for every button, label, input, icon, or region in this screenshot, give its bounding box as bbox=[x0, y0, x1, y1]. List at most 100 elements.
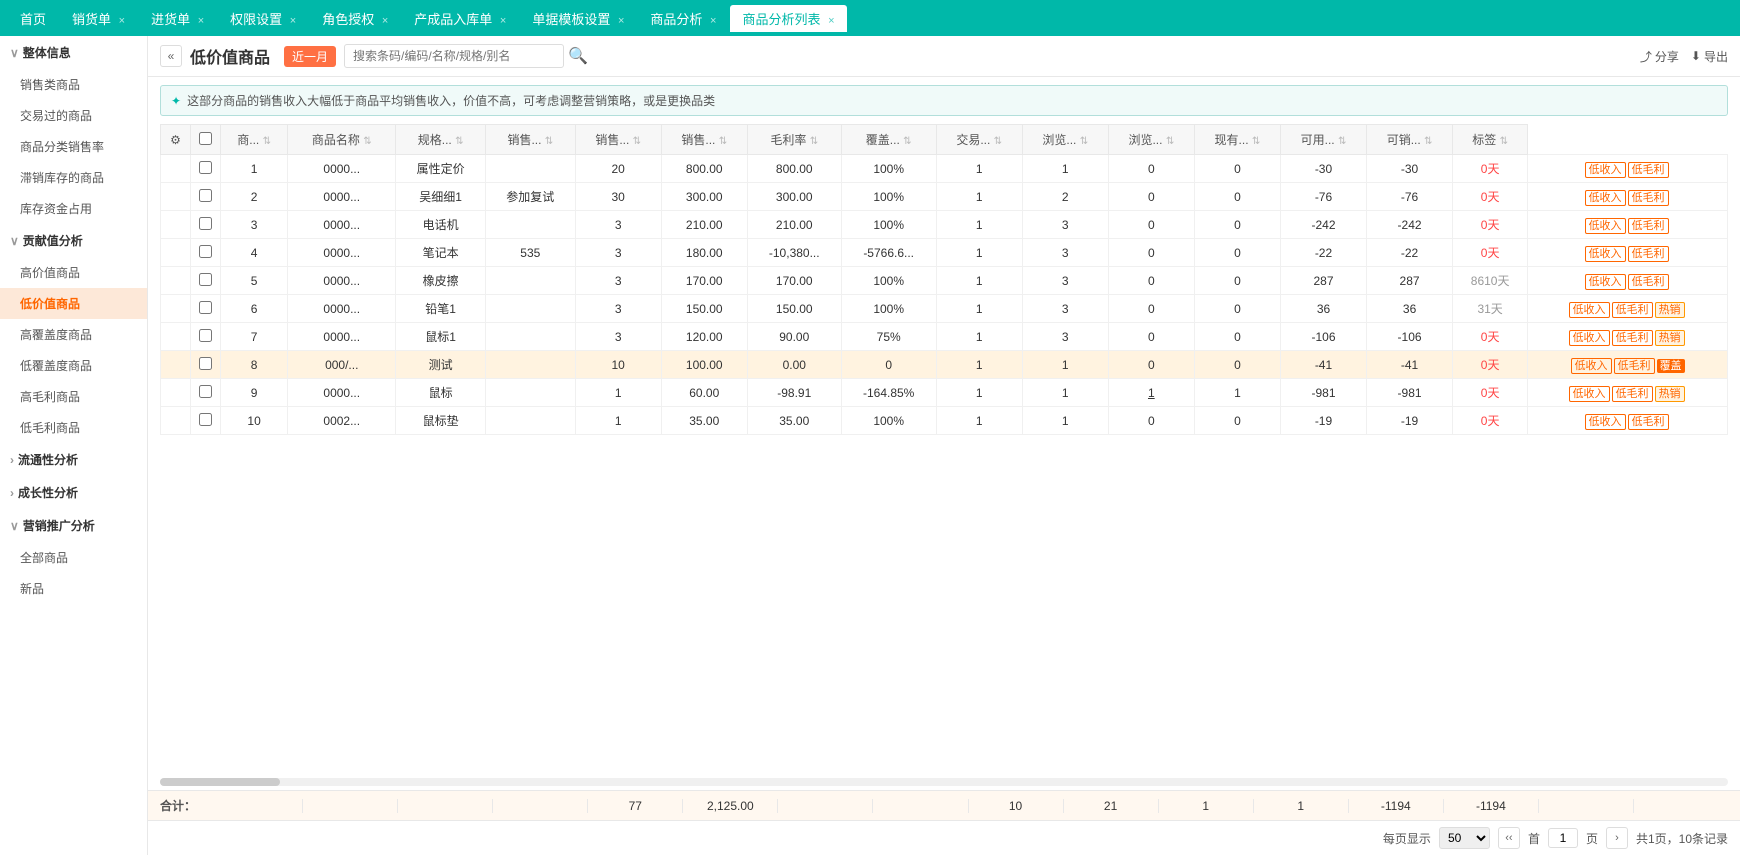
col-header-sales-price[interactable]: 销售... ⇅ bbox=[575, 125, 661, 155]
nav-permissions[interactable]: 权限设置 × bbox=[218, 5, 308, 32]
row-checkbox[interactable] bbox=[199, 273, 212, 286]
col-header-settings[interactable]: ⚙ bbox=[161, 125, 191, 155]
col-header-checkbox[interactable] bbox=[191, 125, 221, 155]
cell-checkbox[interactable] bbox=[191, 379, 221, 407]
close-icon[interactable]: × bbox=[828, 15, 834, 27]
col-header-browse1[interactable]: 浏览... ⇅ bbox=[1022, 125, 1108, 155]
row-checkbox[interactable] bbox=[199, 161, 212, 174]
cell-checkbox[interactable] bbox=[191, 155, 221, 183]
page-number-input[interactable] bbox=[1548, 828, 1578, 848]
sidebar-item-sales-products[interactable]: 销售类商品 bbox=[0, 69, 147, 100]
cell-coverage: 1 bbox=[936, 407, 1022, 435]
sidebar-group-marketing[interactable]: ∨ 营销推广分析 bbox=[0, 509, 147, 542]
cell-checkbox[interactable] bbox=[191, 267, 221, 295]
content-header: « 低价值商品 近一月 🔍 ⤴ 分享 ⬇ 导出 bbox=[148, 36, 1740, 77]
nav-purchase[interactable]: 进货单 × bbox=[139, 5, 216, 32]
row-checkbox[interactable] bbox=[199, 413, 212, 426]
browse-link[interactable]: 1 bbox=[1148, 386, 1155, 400]
sidebar-item-low-coverage[interactable]: 低覆盖度商品 bbox=[0, 350, 147, 381]
sidebar-item-stock-capital[interactable]: 库存资金占用 bbox=[0, 193, 147, 224]
cell-sales-qty: 30 bbox=[575, 183, 661, 211]
first-page-button[interactable]: ‹‹ bbox=[1498, 827, 1520, 849]
row-checkbox[interactable] bbox=[199, 301, 212, 314]
sidebar-group-growth[interactable]: › 成长性分析 bbox=[0, 476, 147, 509]
close-icon[interactable]: × bbox=[500, 15, 506, 27]
export-button[interactable]: ⬇ 导出 bbox=[1691, 48, 1728, 65]
close-icon[interactable]: × bbox=[198, 15, 204, 27]
row-checkbox[interactable] bbox=[199, 357, 212, 370]
page-title: 低价值商品 bbox=[190, 44, 270, 68]
row-checkbox[interactable] bbox=[199, 245, 212, 258]
sidebar-item-low-value[interactable]: 低价值商品 bbox=[0, 288, 147, 319]
sidebar-item-category-rate[interactable]: 商品分类销售率 bbox=[0, 131, 147, 162]
cell-browse2: 0 bbox=[1194, 183, 1280, 211]
nav-product-in[interactable]: 产成品入库单 × bbox=[402, 5, 518, 32]
col-header-sales-qty[interactable]: 销售... ⇅ bbox=[485, 125, 575, 155]
sidebar-item-high-coverage[interactable]: 高覆盖度商品 bbox=[0, 319, 147, 350]
sidebar-group-liquidity[interactable]: › 流通性分析 bbox=[0, 443, 147, 476]
col-header-coverage[interactable]: 覆盖... ⇅ bbox=[841, 125, 936, 155]
tag-label: 低毛利 bbox=[1612, 386, 1653, 402]
col-header-sales-amount[interactable]: 销售... ⇅ bbox=[661, 125, 747, 155]
per-page-select[interactable]: 50 100 200 bbox=[1439, 827, 1490, 849]
scroll-thumb[interactable] bbox=[160, 778, 280, 786]
close-icon[interactable]: × bbox=[290, 15, 296, 27]
sidebar-item-new-products[interactable]: 新品 bbox=[0, 573, 147, 604]
row-checkbox[interactable] bbox=[199, 329, 212, 342]
sidebar-item-slow-moving[interactable]: 滞销库存的商品 bbox=[0, 162, 147, 193]
share-button[interactable]: ⤴ 分享 bbox=[1640, 48, 1679, 65]
close-icon[interactable]: × bbox=[618, 15, 624, 27]
sidebar-item-low-profit[interactable]: 低毛利商品 bbox=[0, 412, 147, 443]
col-header-current-stock[interactable]: 现有... ⇅ bbox=[1194, 125, 1280, 155]
nav-template[interactable]: 单据模板设置 × bbox=[520, 5, 636, 32]
sidebar-group-contribution[interactable]: ∨ 贡献值分析 bbox=[0, 224, 147, 257]
sidebar-item-all-products[interactable]: 全部商品 bbox=[0, 542, 147, 573]
cell-available: -30 bbox=[1367, 155, 1453, 183]
col-header-browse2[interactable]: 浏览... ⇅ bbox=[1108, 125, 1194, 155]
close-icon[interactable]: × bbox=[382, 15, 388, 27]
filter-recent-month-button[interactable]: 近一月 bbox=[284, 46, 336, 67]
cell-checkbox[interactable] bbox=[191, 323, 221, 351]
col-header-tags[interactable]: 标签 ⇅ bbox=[1453, 125, 1528, 155]
cell-sales-qty: 3 bbox=[575, 211, 661, 239]
cell-checkbox[interactable] bbox=[191, 183, 221, 211]
row-checkbox[interactable] bbox=[199, 189, 212, 202]
sidebar-item-traded[interactable]: 交易过的商品 bbox=[0, 100, 147, 131]
search-input[interactable] bbox=[344, 44, 564, 68]
cell-checkbox[interactable] bbox=[191, 407, 221, 435]
row-checkbox[interactable] bbox=[199, 385, 212, 398]
table-wrapper[interactable]: ⚙ 商... ⇅ 商品名称 ⇅ 规格... ⇅ 销售... ⇅ 销售... ⇅ … bbox=[148, 124, 1740, 774]
cell-checkbox[interactable] bbox=[191, 211, 221, 239]
select-all-checkbox[interactable] bbox=[199, 132, 212, 145]
cell-checkbox[interactable] bbox=[191, 295, 221, 323]
nav-roles[interactable]: 角色授权 × bbox=[310, 5, 400, 32]
info-icon: ✦ bbox=[171, 94, 181, 108]
sidebar-item-high-profit[interactable]: 高毛利商品 bbox=[0, 381, 147, 412]
row-checkbox[interactable] bbox=[199, 217, 212, 230]
summary-profit-empty bbox=[873, 799, 968, 813]
horizontal-scrollbar[interactable] bbox=[160, 778, 1728, 786]
col-header-spec[interactable]: 规格... ⇅ bbox=[396, 125, 486, 155]
close-icon[interactable]: × bbox=[710, 15, 716, 27]
nav-product-analysis[interactable]: 商品分析 × bbox=[638, 5, 728, 32]
search-button[interactable]: 🔍 bbox=[568, 46, 588, 66]
sidebar-item-high-value[interactable]: 高价值商品 bbox=[0, 257, 147, 288]
col-header-trade[interactable]: 交易... ⇅ bbox=[936, 125, 1022, 155]
sidebar-group-overall[interactable]: ∨ 整体信息 bbox=[0, 36, 147, 69]
col-header-code[interactable]: 商... ⇅ bbox=[221, 125, 288, 155]
table-row: 9 0000... 鼠标 1 60.00 -98.91 -164.85% 1 1… bbox=[161, 379, 1728, 407]
col-header-name[interactable]: 商品名称 ⇅ bbox=[288, 125, 396, 155]
close-icon[interactable]: × bbox=[119, 15, 125, 27]
nav-home[interactable]: 首页 bbox=[8, 5, 58, 32]
cell-profit-rate: 100% bbox=[841, 407, 936, 435]
cell-checkbox[interactable] bbox=[191, 239, 221, 267]
nav-product-analysis-list[interactable]: 商品分析列表 × bbox=[730, 5, 846, 32]
next-page-button[interactable]: › bbox=[1606, 827, 1628, 849]
collapse-sidebar-button[interactable]: « bbox=[160, 45, 182, 67]
cell-checkbox[interactable] bbox=[191, 351, 221, 379]
col-header-saleable[interactable]: 可销... ⇅ bbox=[1367, 125, 1453, 155]
col-header-available[interactable]: 可用... ⇅ bbox=[1280, 125, 1366, 155]
col-header-profit-rate[interactable]: 毛利率 ⇅ bbox=[747, 125, 841, 155]
cell-sales-amount: 800.00 bbox=[747, 155, 841, 183]
nav-sales[interactable]: 销货单 × bbox=[60, 5, 137, 32]
